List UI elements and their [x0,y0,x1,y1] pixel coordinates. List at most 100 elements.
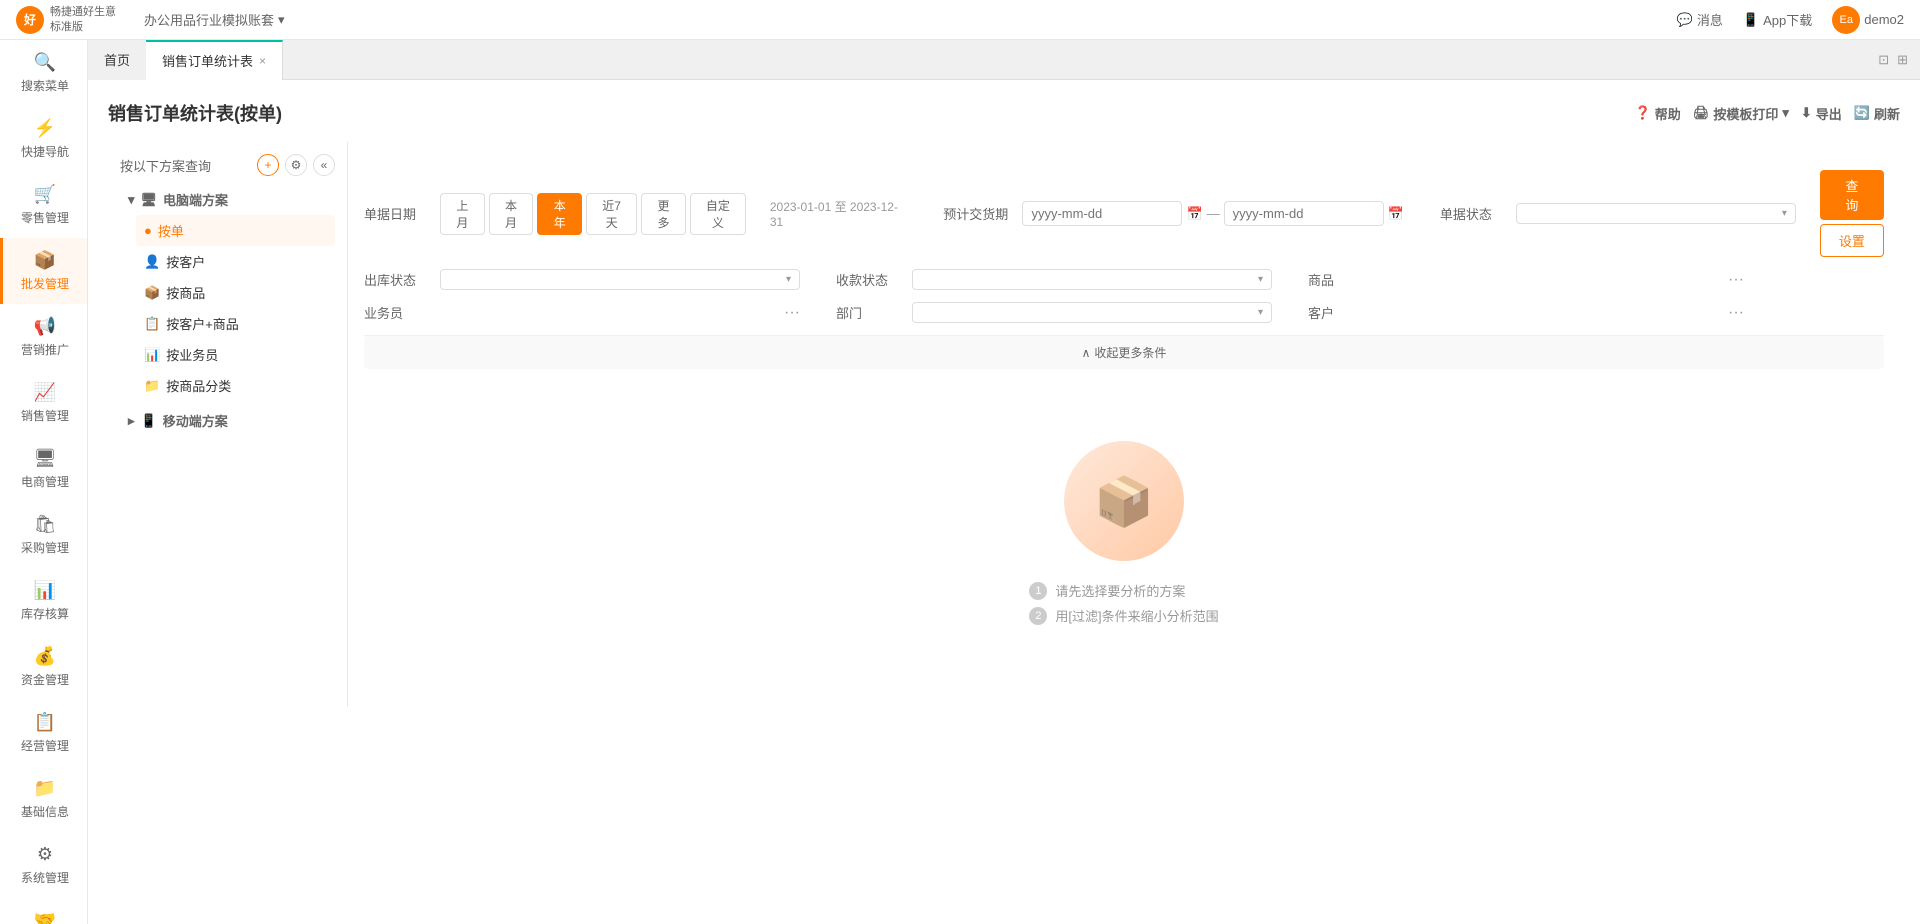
sidebar-item-inventory[interactable]: 📊 库存核算 [0,568,87,634]
logo-text: 畅捷通好生意 标准版 [50,5,116,34]
settings-scheme-button[interactable]: ⚙ [285,154,307,176]
money-icon: 💰 [11,646,79,667]
collapse-bar[interactable]: ∧ 收起更多条件 [364,336,1884,369]
tip-num-1: 1 [1029,582,1047,600]
print-button[interactable]: 🖨 按模板打印 ▾ [1693,104,1789,123]
cart-icon: 🛒 [11,184,79,205]
query-button[interactable]: 查询 [1820,170,1884,220]
page-title-row: 销售订单统计表(按单) ❓ 帮助 🖨 按模板打印 ▾ ⬇ 导出 [108,100,1900,126]
sidebar-item-marketing[interactable]: 📢 营销推广 [0,304,87,370]
tree-item-by-category[interactable]: 📁 按商品分类 [136,370,335,401]
collapse-panel-button[interactable]: « [313,154,335,176]
app-download-button[interactable]: 📱 App下载 [1743,10,1812,29]
tree-group-mobile: ▸ 📱 移动端方案 [120,405,335,436]
collection-status-select[interactable]: ▾ [912,269,1272,290]
tree-item-by-customer-product[interactable]: 📋 按客户+商品 [136,308,335,339]
order-status-caret: ▾ [1782,208,1787,219]
tree-item-by-product[interactable]: 📦 按商品 [136,277,335,308]
tree-item-by-order[interactable]: ● 按单 [136,215,335,246]
order-icon: ● [144,223,152,238]
tab-sales-order-stats[interactable]: 销售订单统计表 × [146,40,283,80]
handshake-icon: 🤝 [11,910,79,924]
expected-delivery-label: 预计交货期 [943,204,1006,223]
expected-delivery-from[interactable] [1022,201,1182,226]
tab-home[interactable]: 首页 [88,40,146,80]
sidebar-item-system[interactable]: ⚙ 系统管理 [0,832,87,898]
tip-num-2: 2 [1029,607,1047,625]
page-actions: ❓ 帮助 🖨 按模板打印 ▾ ⬇ 导出 🔄 刷新 [1635,104,1900,123]
tree-expand-icon: ▾ [128,192,135,208]
salesperson-dots[interactable]: ··· [784,304,800,322]
category-icon: 📁 [144,378,160,394]
tab-close-icon[interactable]: × [259,54,266,68]
calendar-icon-from: 📅 [1186,206,1202,222]
message-button[interactable]: 💬 消息 [1677,10,1723,29]
date-btn-more[interactable]: 更多 [641,193,686,235]
chart-icon: 📈 [11,382,79,403]
export-button[interactable]: ⬇ 导出 [1801,104,1842,123]
filter-row-3: 业务员 ··· 部门 ▾ 客户 ··· [364,302,1884,323]
main-layout: 🔍 搜索菜单 ⚡ 快捷导航 🛒 零售管理 📦 批发管理 📢 营销推广 📈 销售管… [0,40,1920,924]
tree-group-pc: ▾ 🖥 电脑端方案 ● 按单 👤 按客户 [120,184,335,401]
date-btn-last-month[interactable]: 上月 [440,193,485,235]
calendar-icon-to: 📅 [1388,206,1404,222]
workspace-selector[interactable]: 办公用品行业模拟账套 ▾ [144,10,285,29]
customer-label: 客户 [1308,303,1368,322]
add-scheme-button[interactable]: + [257,154,279,176]
tree-collapsed-icon: ▸ [128,413,135,429]
tree-item-by-customer[interactable]: 👤 按客户 [136,246,335,277]
sidebar-item-purchase[interactable]: 🛍 采购管理 [0,502,87,568]
shopping-icon: 🛍 [11,514,79,535]
date-btn-7days[interactable]: 近7天 [586,193,637,235]
sidebar-item-wholesale[interactable]: 📦 批发管理 [0,238,87,304]
date-btn-this-year[interactable]: 本年 [537,193,582,235]
date-range-display: 2023-01-01 至 2023-12-31 [770,198,907,229]
sidebar-item-retail[interactable]: 🛒 零售管理 [0,172,87,238]
left-panel-header: 按以下方案查询 + ⚙ « [120,154,335,176]
department-select[interactable]: ▾ [912,302,1272,323]
empty-tip-2: 2 用[过滤]条件来缩小分析范围 [1029,606,1218,625]
sidebar-item-quick-nav[interactable]: ⚡ 快捷导航 [0,106,87,172]
tree-group-mobile-header[interactable]: ▸ 📱 移动端方案 [120,405,335,436]
chevron-down-icon: ▾ [278,12,285,28]
order-status-select[interactable]: ▾ [1516,203,1796,224]
product-icon: 📦 [144,285,160,301]
product-label: 商品 [1308,270,1368,289]
user-profile[interactable]: Ea demo2 [1832,6,1904,34]
sidebar-item-basic-info[interactable]: 📁 基础信息 [0,766,87,832]
customer-field: ··· [1384,304,1744,322]
tree-group-pc-header[interactable]: ▾ 🖥 电脑端方案 [120,184,335,215]
top-bar-left: 好 畅捷通好生意 标准版 办公用品行业模拟账套 ▾ [16,5,285,34]
sidebar-item-enterprise[interactable]: 🤝 企业协同 [0,898,87,924]
delivery-status-caret: ▾ [786,274,791,285]
lightning-icon: ⚡ [11,118,79,139]
left-panel-actions: + ⚙ « [257,154,335,176]
help-button[interactable]: ❓ 帮助 [1635,104,1681,123]
empty-state-image: 📦 [1064,441,1184,561]
sidebar-item-operations[interactable]: 📋 经营管理 [0,700,87,766]
refresh-button[interactable]: 🔄 刷新 [1854,104,1900,123]
date-label: 单据日期 [364,204,424,223]
sidebar-item-search-menu[interactable]: 🔍 搜索菜单 [0,40,87,106]
filter-row-1: 单据日期 上月 本月 本年 近7天 更多 自定义 2023-01-01 至 20… [364,170,1884,257]
product-dots[interactable]: ··· [1728,271,1744,289]
maximize-icon[interactable]: ⊞ [1897,52,1908,68]
sidebar-item-ecommerce[interactable]: 🖥 电商管理 [0,436,87,502]
date-btn-this-month[interactable]: 本月 [489,193,534,235]
date-btn-custom[interactable]: 自定义 [690,193,746,235]
sidebar-item-sales[interactable]: 📈 销售管理 [0,370,87,436]
inventory-icon: 📊 [11,580,79,601]
settings-button[interactable]: 设置 [1820,224,1884,257]
delivery-status-select[interactable]: ▾ [440,269,800,290]
minimize-icon[interactable]: ⊡ [1878,52,1889,68]
print-chevron-icon: ▾ [1782,105,1789,121]
salesperson-icon: 📊 [144,347,160,363]
content-area: 首页 销售订单统计表 × ⊡ ⊞ 销售订单统计表(按单) ❓ 帮助 [88,40,1920,924]
customer-dots[interactable]: ··· [1728,304,1744,322]
tree-children-pc: ● 按单 👤 按客户 📦 按商品 [120,215,335,401]
expected-delivery-to[interactable] [1224,201,1384,226]
export-icon: ⬇ [1801,105,1812,121]
sidebar-item-finance[interactable]: 💰 资金管理 [0,634,87,700]
marketing-icon: 📢 [11,316,79,337]
tree-item-by-salesperson[interactable]: 📊 按业务员 [136,339,335,370]
